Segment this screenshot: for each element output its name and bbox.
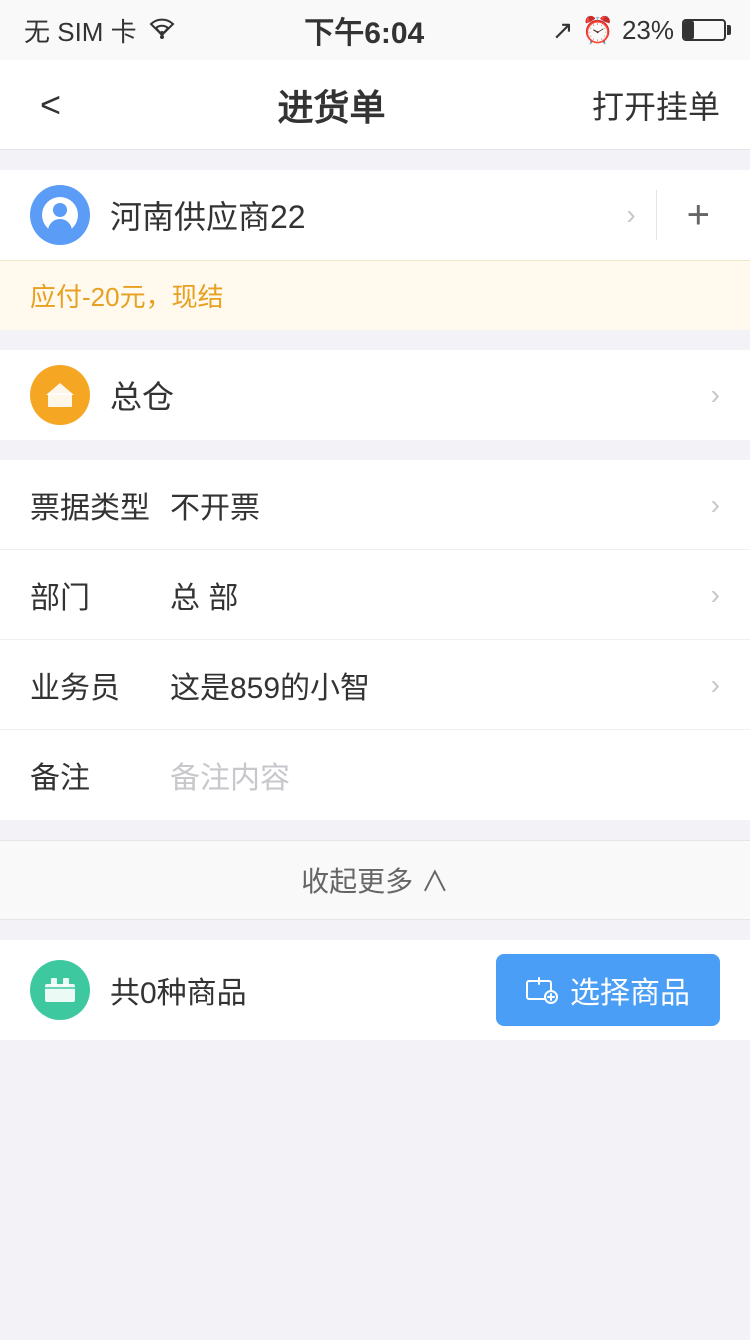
battery-icon [682,19,726,41]
collapse-text: 收起更多 ∧ [301,860,449,900]
add-supplier-button[interactable]: + [677,193,720,238]
battery-percent: 23% [622,15,674,46]
select-product-label: 选择商品 [570,968,690,1012]
warehouse-row[interactable]: 总仓 › [0,350,750,440]
status-time: 下午6:04 [304,8,424,52]
staff-chevron-icon: › [711,669,720,701]
remark-label: 备注 [30,753,150,797]
staff-value: 这是859的小智 [150,663,701,707]
supplier-chevron-icon: › [626,199,635,231]
section-gap-1 [0,150,750,170]
supplier-row[interactable]: 河南供应商22 › + [0,170,750,260]
collapse-row[interactable]: 收起更多 ∧ [0,840,750,920]
invoice-chevron-icon: › [711,489,720,521]
product-count: 共0种商品 [110,968,496,1012]
notice-banner: 应付-20元，现结 [0,260,750,330]
select-product-button[interactable]: 选择商品 [496,954,720,1026]
page-title: 进货单 [278,79,386,131]
avatar-inner [42,197,78,233]
dept-chevron-icon: › [711,579,720,611]
invoice-value: 不开票 [150,483,701,527]
carrier-text: 无 SIM 卡 [24,12,137,49]
staff-label: 业务员 [30,663,150,707]
invoice-label: 票据类型 [30,483,150,527]
remark-input[interactable]: 备注内容 [150,753,720,797]
form-section: 票据类型 不开票 › 部门 总 部 › 业务员 这是859的小智 › 备注 备注… [0,460,750,820]
supplier-name: 河南供应商22 [110,192,616,238]
product-bar: 共0种商品 选择商品 [0,940,750,1040]
status-indicators: ↗ ⏰ 23% [552,15,726,46]
location-icon: ↗ [552,15,574,46]
notice-text: 应付-20元，现结 [30,282,224,312]
section-gap-2 [0,330,750,350]
status-carrier: 无 SIM 卡 [24,12,177,49]
dept-value: 总 部 [150,573,701,617]
product-icon [30,960,90,1020]
dept-row[interactable]: 部门 总 部 › [0,550,750,640]
staff-row[interactable]: 业务员 这是859的小智 › [0,640,750,730]
dept-label: 部门 [30,573,150,617]
status-bar: 无 SIM 卡 下午6:04 ↗ ⏰ 23% [0,0,750,60]
nav-bar: < 进货单 打开挂单 [0,60,750,150]
open-pending-button[interactable]: 打开挂单 [592,82,720,128]
warehouse-name: 总仓 [110,372,701,418]
divider [656,190,657,240]
remark-row[interactable]: 备注 备注内容 [0,730,750,820]
alarm-icon: ⏰ [582,15,614,46]
supplier-avatar [30,185,90,245]
back-button[interactable]: < [30,74,71,136]
bottom-area [0,1040,750,1340]
supplier-section: 河南供应商22 › + 应付-20元，现结 [0,170,750,330]
warehouse-icon [30,365,90,425]
wifi-icon [147,15,177,46]
invoice-row[interactable]: 票据类型 不开票 › [0,460,750,550]
warehouse-chevron-icon: › [711,379,720,411]
